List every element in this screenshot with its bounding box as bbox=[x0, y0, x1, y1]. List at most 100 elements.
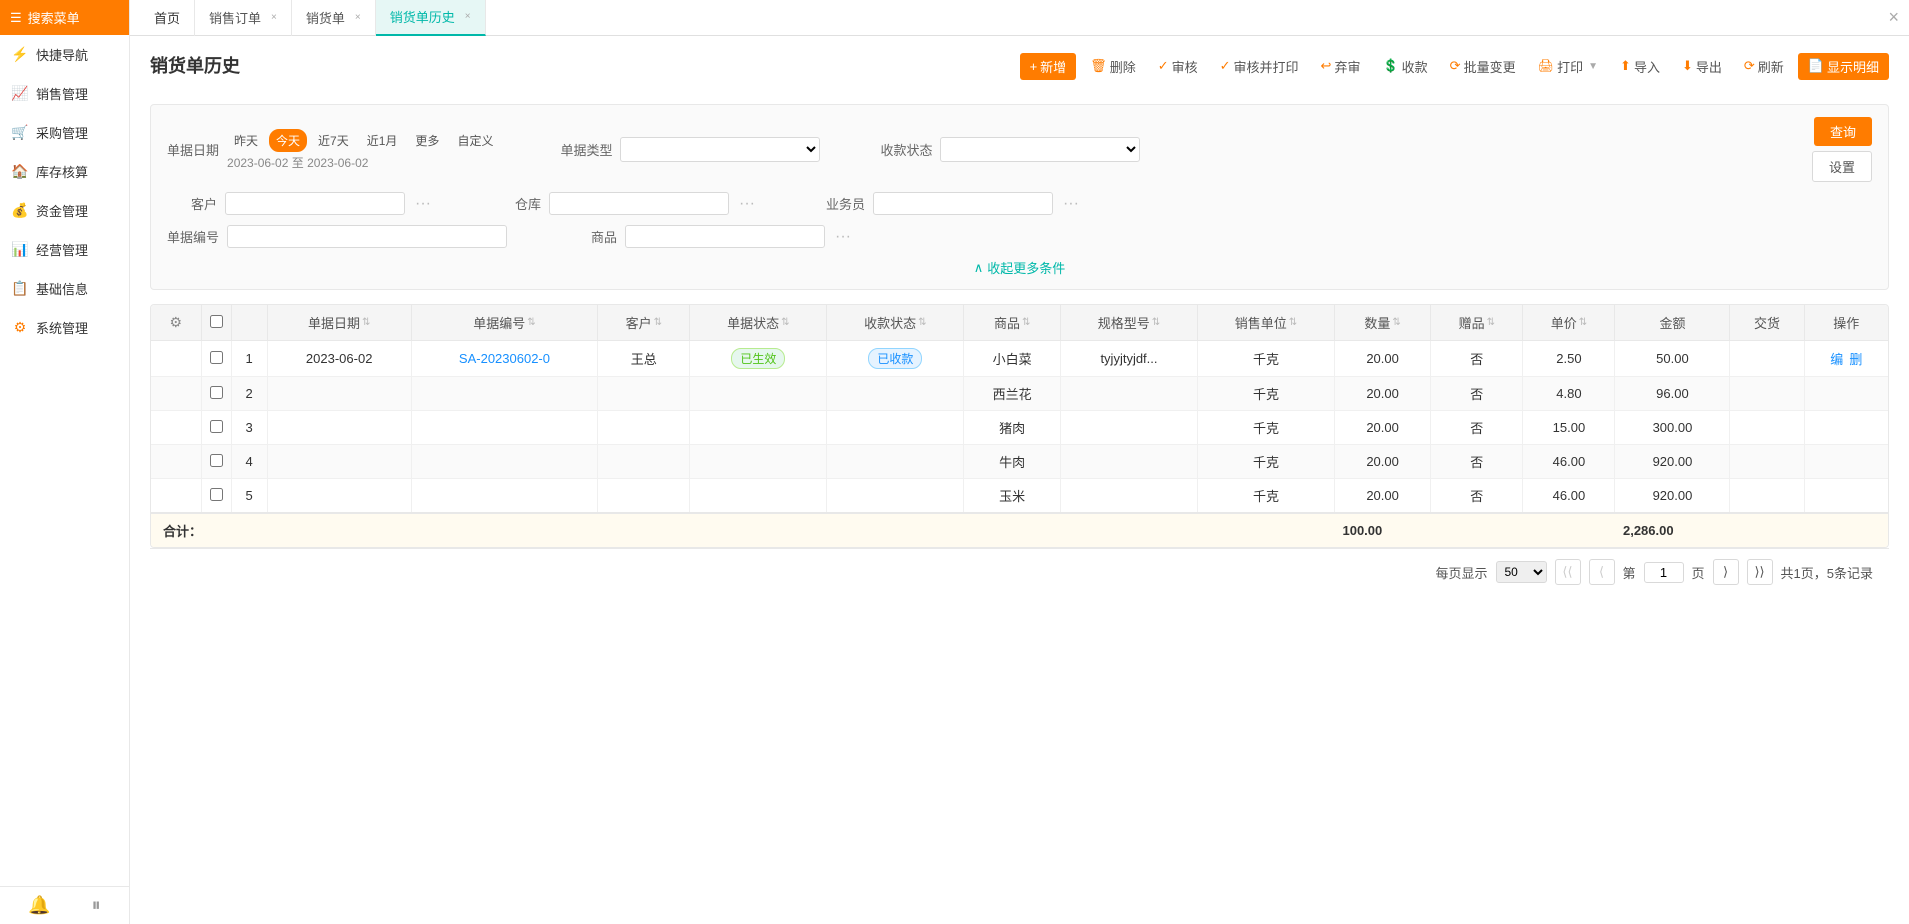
doc-date-sort[interactable]: 单据日期⇅ bbox=[308, 313, 370, 332]
col-doc-date-header[interactable]: 单据日期⇅ bbox=[267, 305, 411, 341]
collect-button[interactable]: 💲 收款 bbox=[1374, 53, 1435, 80]
print-button[interactable]: 🖨 打印 ▼ bbox=[1530, 53, 1606, 80]
audit-button[interactable]: ✓ 审核 bbox=[1150, 53, 1206, 80]
date-btn-today[interactable]: 今天 bbox=[269, 129, 307, 152]
sidebar-item-quick-nav[interactable]: ⚡ 快捷导航 bbox=[0, 35, 129, 74]
sidebar-item-inventory[interactable]: 🏠 库存核算 bbox=[0, 152, 129, 191]
col-unit-price-header[interactable]: 单价⇅ bbox=[1523, 305, 1615, 341]
goods-sort[interactable]: 商品⇅ bbox=[994, 313, 1030, 332]
tab-sales-order[interactable]: 销售订单 × bbox=[195, 0, 292, 36]
salesman-dots[interactable]: ··· bbox=[1063, 195, 1079, 213]
row-doc-no[interactable]: SA-20230602-0 bbox=[411, 341, 597, 377]
date-btn-more[interactable]: 更多 bbox=[408, 129, 446, 152]
qty-sort[interactable]: 数量⇅ bbox=[1364, 313, 1400, 332]
row-actions[interactable] bbox=[1804, 445, 1888, 479]
row-actions[interactable]: 编删 bbox=[1804, 341, 1888, 377]
goods-input[interactable] bbox=[625, 225, 825, 248]
sidebar-item-operations[interactable]: 📊 经营管理 bbox=[0, 230, 129, 269]
refresh-button[interactable]: ⟳ 刷新 bbox=[1736, 53, 1792, 80]
sidebar-item-basic-info[interactable]: 📋 基础信息 bbox=[0, 269, 129, 308]
date-btn-7days[interactable]: 近7天 bbox=[311, 129, 356, 152]
discard-button[interactable]: ↩ 弃审 bbox=[1313, 53, 1369, 80]
row-checkbox-cell[interactable] bbox=[201, 341, 231, 377]
row-actions[interactable] bbox=[1804, 411, 1888, 445]
sidebar-item-sales-mgmt[interactable]: 📈 销售管理 bbox=[0, 74, 129, 113]
export-button[interactable]: ⬇ 导出 bbox=[1674, 53, 1730, 80]
tab-sales-goods-close[interactable]: × bbox=[355, 12, 361, 23]
sidebar-item-purchase-mgmt[interactable]: 🛒 采购管理 bbox=[0, 113, 129, 152]
sidebar-collapse-btn[interactable]: 🔔 bbox=[28, 895, 50, 916]
show-detail-button[interactable]: 📄 显示明细 bbox=[1798, 53, 1889, 80]
audit-print-button[interactable]: ✓ 审核并打印 bbox=[1212, 53, 1307, 80]
col-customer-header[interactable]: 客户⇅ bbox=[598, 305, 690, 341]
tab-home[interactable]: 首页 bbox=[140, 0, 195, 36]
import-button[interactable]: ⬆ 导入 bbox=[1612, 53, 1668, 80]
row-checkbox-cell[interactable] bbox=[201, 445, 231, 479]
sidebar-pin-btn[interactable]: ⏸ bbox=[92, 895, 101, 916]
collapse-button[interactable]: ∧ 收起更多条件 bbox=[167, 258, 1872, 277]
prev-page-btn[interactable]: ⟨ bbox=[1589, 559, 1615, 585]
col-gear[interactable]: ⚙ bbox=[151, 305, 201, 341]
col-payment-status-header[interactable]: 收款状态⇅ bbox=[827, 305, 964, 341]
doc-status-sort[interactable]: 单据状态⇅ bbox=[727, 313, 789, 332]
first-page-btn[interactable]: ⟨⟨ bbox=[1555, 559, 1581, 585]
doc-type-select[interactable] bbox=[620, 137, 820, 162]
col-checkbox-header[interactable] bbox=[201, 305, 231, 341]
tab-sales-history-close[interactable]: × bbox=[465, 11, 471, 22]
row-delete-link[interactable]: 删 bbox=[1849, 352, 1862, 367]
col-gift-header[interactable]: 赠品⇅ bbox=[1431, 305, 1523, 341]
doc-no-sort[interactable]: 单据编号⇅ bbox=[473, 313, 535, 332]
page-size-select[interactable]: 50 100 200 bbox=[1496, 561, 1547, 583]
col-unit-header[interactable]: 销售单位⇅ bbox=[1197, 305, 1334, 341]
page-number-input[interactable] bbox=[1644, 562, 1684, 583]
date-btn-custom[interactable]: 自定义 bbox=[450, 129, 500, 152]
customer-dots[interactable]: ··· bbox=[415, 195, 431, 213]
col-qty-header[interactable]: 数量⇅ bbox=[1334, 305, 1430, 341]
row-checkbox[interactable] bbox=[210, 351, 223, 364]
payment-status-select[interactable] bbox=[940, 137, 1140, 162]
salesman-input[interactable] bbox=[873, 192, 1053, 215]
date-btn-1month[interactable]: 近1月 bbox=[360, 129, 405, 152]
doc-no-link[interactable]: SA-20230602-0 bbox=[459, 351, 550, 366]
warehouse-dots[interactable]: ··· bbox=[739, 195, 755, 213]
row-checkbox[interactable] bbox=[210, 488, 223, 501]
col-doc-status-header[interactable]: 单据状态⇅ bbox=[690, 305, 827, 341]
customer-input[interactable] bbox=[225, 192, 405, 215]
goods-dots[interactable]: ··· bbox=[835, 228, 851, 246]
row-checkbox[interactable] bbox=[210, 386, 223, 399]
query-button[interactable]: 查询 bbox=[1814, 117, 1872, 146]
date-btn-yesterday[interactable]: 昨天 bbox=[227, 129, 265, 152]
customer-sort[interactable]: 客户⇅ bbox=[626, 313, 662, 332]
warehouse-input[interactable] bbox=[549, 192, 729, 215]
select-all-checkbox[interactable] bbox=[210, 315, 223, 328]
row-actions[interactable] bbox=[1804, 479, 1888, 514]
unit-price-sort[interactable]: 单价⇅ bbox=[1551, 313, 1587, 332]
tab-sales-goods[interactable]: 销货单 × bbox=[292, 0, 376, 36]
row-checkbox-cell[interactable] bbox=[201, 479, 231, 514]
set-button[interactable]: 设置 bbox=[1812, 151, 1872, 182]
row-checkbox[interactable] bbox=[210, 420, 223, 433]
close-all-tabs-btn[interactable]: × bbox=[1888, 7, 1899, 28]
tab-sales-order-close[interactable]: × bbox=[271, 12, 277, 23]
col-goods-header[interactable]: 商品⇅ bbox=[964, 305, 1061, 341]
sidebar-item-system[interactable]: ⚙ 系统管理 bbox=[0, 308, 129, 347]
unit-sort[interactable]: 销售单位⇅ bbox=[1235, 313, 1297, 332]
row-edit-link[interactable]: 编 bbox=[1830, 352, 1843, 367]
payment-status-sort[interactable]: 收款状态⇅ bbox=[864, 313, 926, 332]
table-settings-icon[interactable]: ⚙ bbox=[170, 314, 183, 330]
sidebar-item-finance[interactable]: 💰 资金管理 bbox=[0, 191, 129, 230]
row-actions[interactable] bbox=[1804, 377, 1888, 411]
next-page-btn[interactable]: ⟩ bbox=[1713, 559, 1739, 585]
last-page-btn[interactable]: ⟩⟩ bbox=[1747, 559, 1773, 585]
col-doc-no-header[interactable]: 单据编号⇅ bbox=[411, 305, 597, 341]
batch-change-button[interactable]: ⟳ 批量变更 bbox=[1442, 53, 1524, 80]
row-checkbox[interactable] bbox=[210, 454, 223, 467]
gift-sort[interactable]: 赠品⇅ bbox=[1459, 313, 1495, 332]
col-spec-header[interactable]: 规格型号⇅ bbox=[1060, 305, 1197, 341]
row-checkbox-cell[interactable] bbox=[201, 411, 231, 445]
tab-sales-history[interactable]: 销货单历史 × bbox=[376, 0, 486, 36]
spec-sort[interactable]: 规格型号⇅ bbox=[1098, 313, 1160, 332]
docno-input[interactable] bbox=[227, 225, 507, 248]
delete-button[interactable]: 🗑 删除 bbox=[1082, 53, 1144, 80]
sidebar-search[interactable]: ☰ 搜索菜单 bbox=[0, 0, 129, 35]
